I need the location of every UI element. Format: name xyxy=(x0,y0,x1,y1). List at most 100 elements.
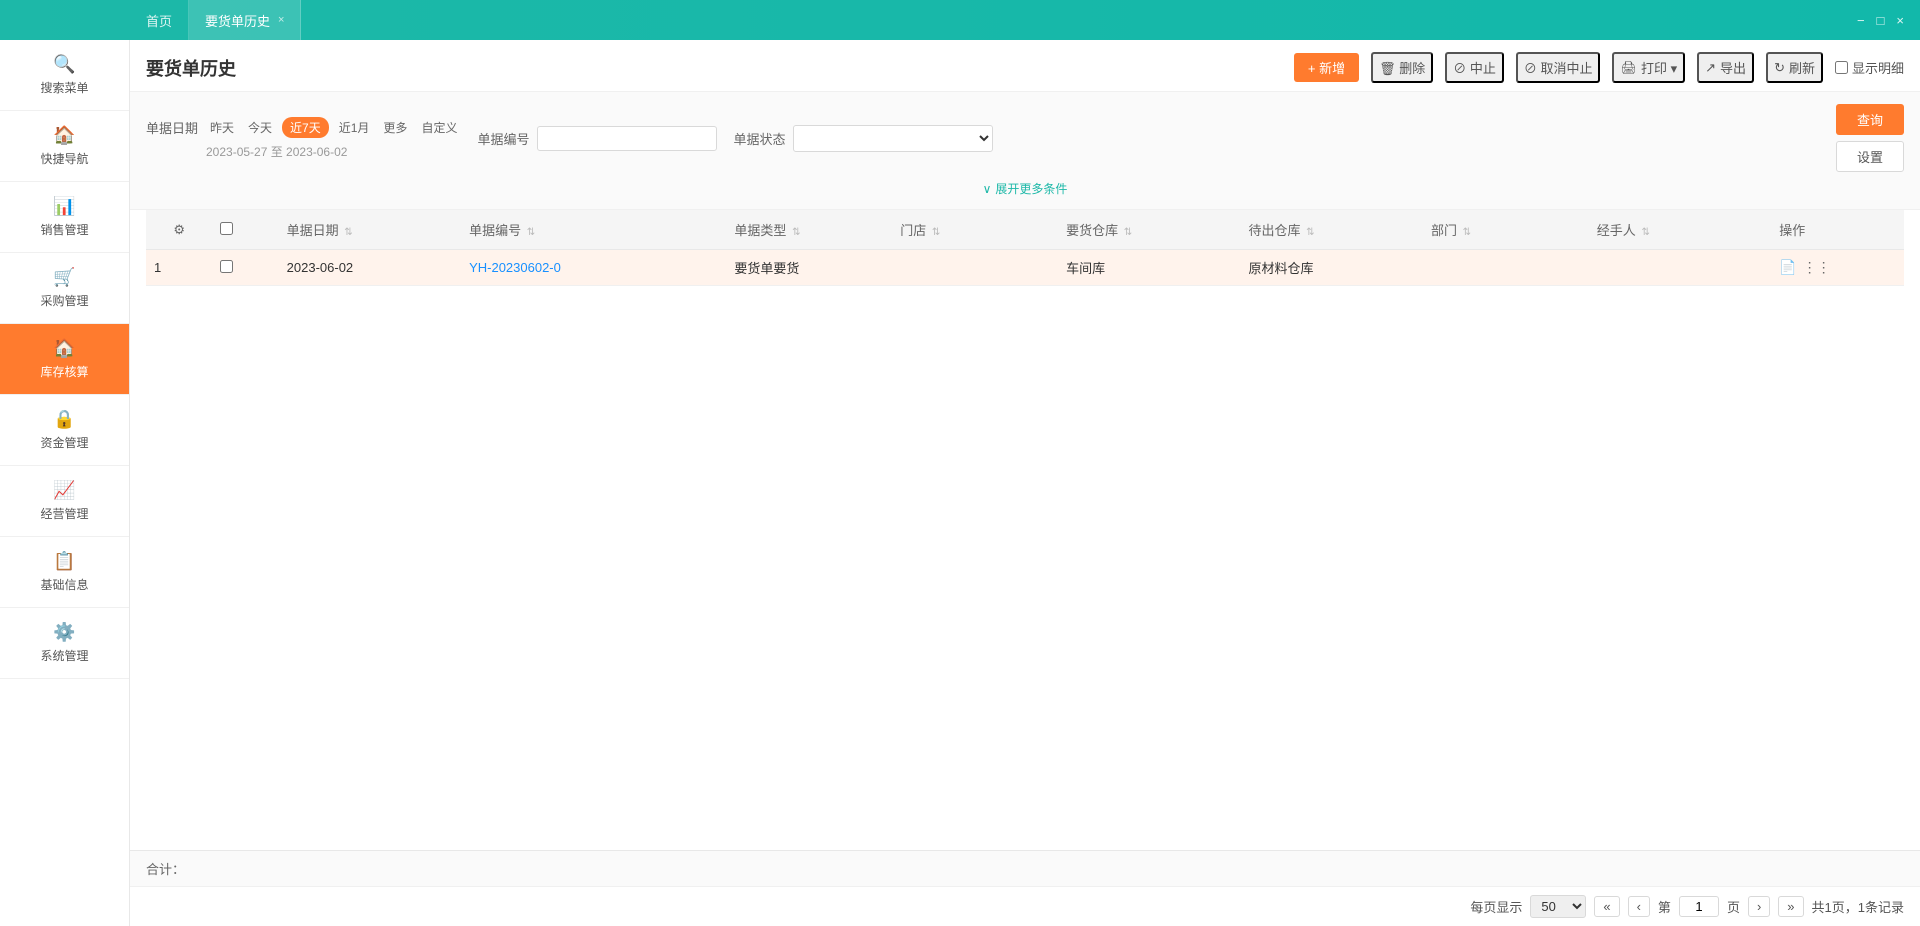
th-store[interactable]: 门店 ⇅ xyxy=(892,210,1058,250)
toolbar: + 新增 🗑 删除 ⊘ 中止 ⊘ 取消中止 🖨 🖨 打印 打印 ▾ ↗ 导出 ↻… xyxy=(1294,52,1904,83)
stop-btn[interactable]: ⊘ 中止 xyxy=(1445,52,1504,83)
refresh-icon: ↻ xyxy=(1774,60,1785,76)
page-unit: 页 xyxy=(1727,897,1740,916)
row-check[interactable] xyxy=(212,250,278,286)
table-row: 1 2023-06-02 YH-20230602-0 要货单要货 车间库 原材料… xyxy=(146,250,1904,286)
row-idx: 1 xyxy=(146,250,212,286)
refresh-btn[interactable]: ↻ 刷新 xyxy=(1766,52,1823,83)
query-btn[interactable]: 查询 xyxy=(1836,104,1904,135)
finance-icon: 🔒 xyxy=(53,409,75,430)
row-from-wh: 车间库 xyxy=(1058,250,1240,286)
row-op: 📄 ⋮⋮ xyxy=(1771,250,1904,286)
sidebar-item-purchase[interactable]: 🛒 采购管理 xyxy=(0,253,129,324)
sidebar-item-search-menu[interactable]: 🔍 搜索菜单 xyxy=(0,40,129,111)
prev-page-btn[interactable]: ‹ xyxy=(1628,896,1650,917)
sidebar-item-label: 销售管理 xyxy=(40,221,88,238)
sidebar-item-quick-nav[interactable]: 🏠 快捷导航 xyxy=(0,111,129,182)
window-close-btn[interactable]: × xyxy=(1896,13,1904,28)
date-btn-1month[interactable]: 近1月 xyxy=(335,117,374,138)
setting-btn[interactable]: 设置 xyxy=(1836,141,1904,172)
filter-row-1: 单据日期 昨天 今天 近7天 近1月 更多 自定义 2023-05-27 至 2… xyxy=(146,104,1904,172)
sidebar-item-label: 搜索菜单 xyxy=(40,79,88,96)
next-page-btn[interactable]: › xyxy=(1748,896,1770,917)
row-dept xyxy=(1423,250,1589,286)
search-menu-icon: 🔍 xyxy=(53,54,75,75)
data-table: ⚙ 单据日期 ⇅ 单据编号 ⇅ 单据类型 xyxy=(146,210,1904,286)
th-from-wh[interactable]: 要货仓库 ⇅ xyxy=(1058,210,1240,250)
th-type[interactable]: 单据类型 ⇅ xyxy=(726,210,892,250)
th-handler[interactable]: 经手人 ⇅ xyxy=(1589,210,1771,250)
cancel-stop-btn[interactable]: ⊘ 取消中止 xyxy=(1516,52,1601,83)
edit-icon[interactable]: 📄 xyxy=(1779,259,1796,276)
sidebar-item-sales[interactable]: 📊 销售管理 xyxy=(0,182,129,253)
th-settings[interactable]: ⚙ xyxy=(146,210,212,250)
th-date[interactable]: 单据日期 ⇅ xyxy=(279,210,461,250)
inventory-icon: 🏠 xyxy=(53,338,75,359)
sidebar-item-label: 采购管理 xyxy=(40,292,88,309)
date-btn-today[interactable]: 今天 xyxy=(244,117,276,138)
home-tab[interactable]: 首页 xyxy=(130,0,189,40)
date-filter-group: 单据日期 昨天 今天 近7天 近1月 更多 自定义 2023-05-27 至 2… xyxy=(146,117,461,160)
print-btn[interactable]: 🖨 🖨 打印 打印 ▾ xyxy=(1612,52,1685,83)
date-btn-7days[interactable]: 近7天 xyxy=(282,117,329,138)
sidebar-item-finance[interactable]: 🔒 资金管理 xyxy=(0,395,129,466)
footer-summary: 合计： xyxy=(130,850,1920,886)
delete-btn[interactable]: 🗑 删除 xyxy=(1371,52,1433,83)
op-icons: 📄 ⋮⋮ xyxy=(1779,259,1896,276)
bill-no-label: 单据编号 xyxy=(477,129,529,148)
more-icon[interactable]: ⋮⋮ xyxy=(1803,259,1831,276)
quick-nav-icon: 🏠 xyxy=(53,125,75,146)
new-btn[interactable]: + 新增 xyxy=(1294,53,1359,82)
page-title: 要货单历史 xyxy=(146,55,236,81)
sidebar-item-label: 快捷导航 xyxy=(40,150,88,167)
date-btn-custom[interactable]: 自定义 xyxy=(417,117,461,138)
filter-actions: 查询 设置 xyxy=(1836,104,1904,172)
bill-no-input[interactable] xyxy=(537,126,717,151)
main-content: 要货单历史 + 新增 🗑 删除 ⊘ 中止 ⊘ 取消中止 🖨 🖨 打印 打印 ▾ … xyxy=(130,40,1920,926)
row-type: 要货单要货 xyxy=(726,250,892,286)
close-tab-btn[interactable]: × xyxy=(278,14,284,26)
row-code-link[interactable]: YH-20230602-0 xyxy=(469,260,561,275)
page-input[interactable] xyxy=(1679,896,1719,917)
sidebar-item-operations[interactable]: 📈 经营管理 xyxy=(0,466,129,537)
sidebar-item-basic-info[interactable]: 📋 基础信息 xyxy=(0,537,129,608)
sidebar-item-inventory[interactable]: 🏠 库存核算 xyxy=(0,324,129,395)
show-detail-toggle[interactable]: 显示明细 xyxy=(1835,58,1904,77)
total-info: 共1页，1条记录 xyxy=(1812,897,1904,916)
status-select[interactable] xyxy=(793,125,993,152)
show-detail-checkbox[interactable] xyxy=(1835,61,1848,74)
row-checkbox[interactable] xyxy=(220,260,233,273)
minimize-btn[interactable]: − xyxy=(1857,13,1865,28)
date-btn-yesterday[interactable]: 昨天 xyxy=(206,117,238,138)
table-body: 1 2023-06-02 YH-20230602-0 要货单要货 车间库 原材料… xyxy=(146,250,1904,286)
maximize-btn[interactable]: □ xyxy=(1877,13,1885,28)
th-to-wh[interactable]: 待出仓库 ⇅ xyxy=(1241,210,1423,250)
first-page-btn[interactable]: « xyxy=(1594,896,1619,917)
row-code: YH-20230602-0 xyxy=(461,250,726,286)
table-header-row: ⚙ 单据日期 ⇅ 单据编号 ⇅ 单据类型 xyxy=(146,210,1904,250)
filter-bar: 单据日期 昨天 今天 近7天 近1月 更多 自定义 2023-05-27 至 2… xyxy=(130,92,1920,210)
system-icon: ⚙️ xyxy=(53,622,75,643)
sort-handler-icon: ⇅ xyxy=(1641,227,1649,238)
expand-more-btn[interactable]: ∨ 展开更多条件 xyxy=(146,180,1904,197)
th-code[interactable]: 单据编号 ⇅ xyxy=(461,210,726,250)
active-tab[interactable]: 要货单历史 × xyxy=(189,0,301,40)
th-dept[interactable]: 部门 ⇅ xyxy=(1423,210,1589,250)
sidebar-item-system[interactable]: ⚙️ 系统管理 xyxy=(0,608,129,679)
status-filter: 单据状态 xyxy=(733,125,1820,152)
date-btn-more[interactable]: 更多 xyxy=(379,117,411,138)
sort-date-icon: ⇅ xyxy=(344,227,352,238)
per-page-select[interactable]: 10 20 50 100 xyxy=(1530,895,1586,918)
sidebar-item-label: 经营管理 xyxy=(40,505,88,522)
last-page-btn[interactable]: » xyxy=(1778,896,1803,917)
row-date: 2023-06-02 xyxy=(279,250,461,286)
row-handler xyxy=(1589,250,1771,286)
window-controls: − □ × xyxy=(1857,13,1904,28)
page-header: 要货单历史 + 新增 🗑 删除 ⊘ 中止 ⊘ 取消中止 🖨 🖨 打印 打印 ▾ … xyxy=(130,40,1920,92)
th-check xyxy=(212,210,278,250)
sort-dept-icon: ⇅ xyxy=(1463,227,1471,238)
select-all-checkbox[interactable] xyxy=(220,222,233,235)
sidebar-item-label: 系统管理 xyxy=(40,647,88,664)
sidebar: 🔍 搜索菜单 🏠 快捷导航 📊 销售管理 🛒 采购管理 🏠 库存核算 🔒 资金管… xyxy=(0,40,130,926)
export-btn[interactable]: ↗ 导出 xyxy=(1697,52,1754,83)
